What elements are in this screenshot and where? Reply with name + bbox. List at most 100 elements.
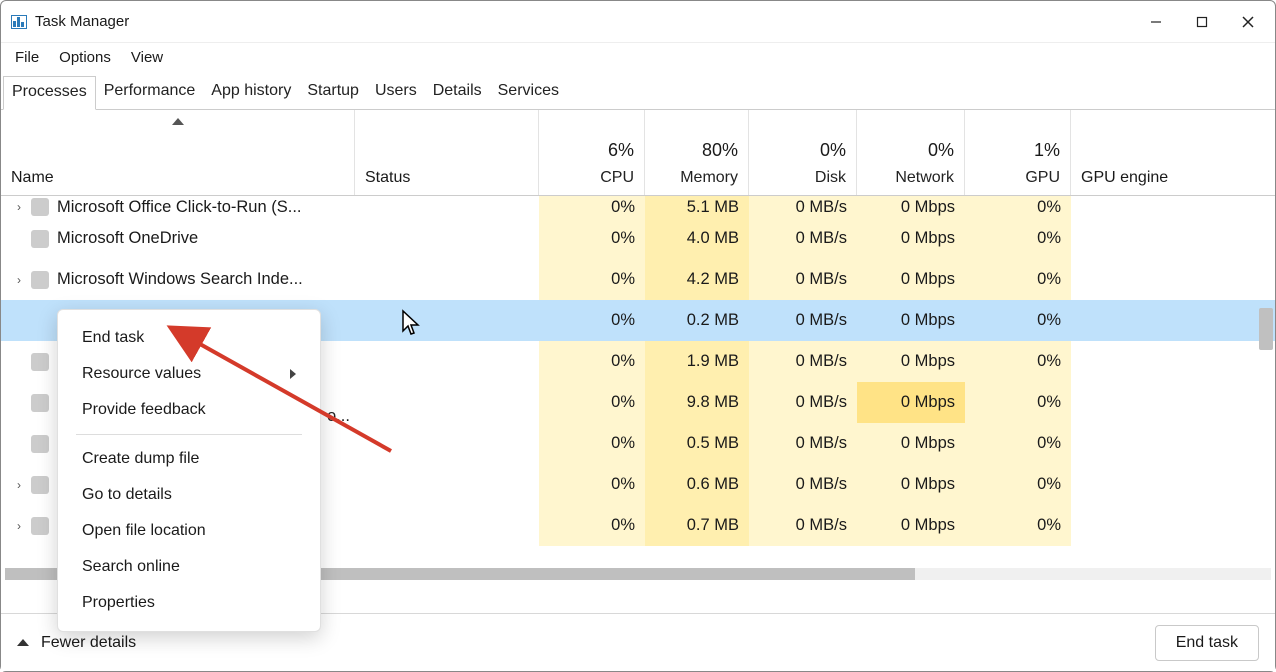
- tab-services[interactable]: Services: [490, 76, 567, 109]
- ctx-create-dump-file[interactable]: Create dump file: [58, 441, 320, 477]
- cell-cpu: 0%: [539, 505, 645, 546]
- obscured-name-fragment: o...: [327, 407, 350, 426]
- process-icon: [31, 476, 49, 494]
- col-disk[interactable]: 0% Disk: [749, 110, 857, 195]
- ctx-separator: [76, 434, 302, 435]
- cell-cpu: 0%: [539, 300, 645, 341]
- fewer-details-toggle[interactable]: Fewer details: [17, 634, 136, 652]
- ctx-search-online[interactable]: Search online: [58, 549, 320, 585]
- col-gpu-label: GPU: [975, 169, 1060, 187]
- cell-name: ›Microsoft Office Click-to-Run (S...: [1, 196, 355, 218]
- tab-processes[interactable]: Processes: [3, 76, 96, 110]
- cell-status: [355, 196, 539, 218]
- end-task-button[interactable]: End task: [1155, 625, 1259, 661]
- col-gpu[interactable]: 1% GPU: [965, 110, 1071, 195]
- fewer-details-label: Fewer details: [41, 634, 136, 652]
- close-button[interactable]: [1225, 2, 1271, 42]
- tab-bar: Processes Performance App history Startu…: [1, 76, 1275, 110]
- cell-gpu-engine: [1071, 300, 1257, 341]
- process-icon: [31, 394, 49, 412]
- vertical-scrollbar-thumb[interactable]: [1259, 308, 1273, 350]
- cell-gpu-engine: [1071, 259, 1257, 300]
- tab-details[interactable]: Details: [425, 76, 490, 109]
- process-icon: [31, 230, 49, 248]
- cell-memory: 5.1 MB: [645, 196, 749, 218]
- col-status[interactable]: Status: [355, 110, 539, 195]
- cell-cpu: 0%: [539, 341, 645, 382]
- title-bar: Task Manager: [1, 1, 1275, 43]
- col-cpu[interactable]: 6% CPU: [539, 110, 645, 195]
- cell-memory: 0.7 MB: [645, 505, 749, 546]
- col-cpu-pct: 6%: [549, 140, 634, 161]
- col-gpu-engine[interactable]: GPU engine: [1071, 110, 1257, 195]
- cell-disk: 0 MB/s: [749, 423, 857, 464]
- process-icon: [31, 435, 49, 453]
- tab-startup[interactable]: Startup: [299, 76, 367, 109]
- cell-gpu-engine: [1071, 505, 1257, 546]
- minimize-button[interactable]: [1133, 2, 1179, 42]
- table-row[interactable]: ›Microsoft Office Click-to-Run (S... 0%5.…: [1, 196, 1275, 218]
- tab-users[interactable]: Users: [367, 76, 425, 109]
- ctx-resource-values[interactable]: Resource values: [58, 356, 320, 392]
- col-memory[interactable]: 80% Memory: [645, 110, 749, 195]
- context-menu: End task Resource values Provide feedbac…: [57, 309, 321, 632]
- ctx-end-task[interactable]: End task: [58, 320, 320, 356]
- ctx-go-to-details[interactable]: Go to details: [58, 477, 320, 513]
- cell-gpu-engine: [1071, 382, 1257, 423]
- app-title: Task Manager: [35, 13, 129, 30]
- col-network[interactable]: 0% Network: [857, 110, 965, 195]
- menu-bar: File Options View: [1, 43, 1275, 76]
- col-network-label: Network: [867, 169, 954, 187]
- process-icon: [31, 198, 49, 216]
- cell-memory: 9.8 MB: [645, 382, 749, 423]
- expand-icon[interactable]: ›: [13, 200, 25, 214]
- cell-memory: 4.2 MB: [645, 259, 749, 300]
- process-icon: [31, 271, 49, 289]
- expand-icon[interactable]: ›: [13, 273, 25, 287]
- cell-network: 0 Mbps: [857, 464, 965, 505]
- cell-disk: 0 MB/s: [749, 341, 857, 382]
- cell-status: [355, 259, 539, 300]
- sort-indicator-icon: [172, 118, 184, 125]
- cell-gpu: 0%: [965, 505, 1071, 546]
- ctx-provide-feedback[interactable]: Provide feedback: [58, 392, 320, 428]
- cell-network: 0 Mbps: [857, 382, 965, 423]
- cell-gpu: 0%: [965, 218, 1071, 259]
- ctx-properties[interactable]: Properties: [58, 585, 320, 621]
- table-row[interactable]: ›Microsoft Windows Search Inde...0%4.2 M…: [1, 259, 1275, 300]
- menu-file[interactable]: File: [15, 49, 39, 66]
- tab-app-history[interactable]: App history: [203, 76, 299, 109]
- cell-status: [355, 464, 539, 505]
- menu-options[interactable]: Options: [59, 49, 111, 66]
- cell-gpu: 0%: [965, 464, 1071, 505]
- cell-status: [355, 218, 539, 259]
- app-icon: [11, 15, 27, 29]
- col-gpu-engine-label: GPU engine: [1081, 169, 1247, 187]
- window-controls: [1133, 2, 1271, 42]
- menu-view[interactable]: View: [131, 49, 163, 66]
- cell-gpu-engine: [1071, 341, 1257, 382]
- ctx-open-file-location[interactable]: Open file location: [58, 513, 320, 549]
- cell-disk: 0 MB/s: [749, 382, 857, 423]
- tab-performance[interactable]: Performance: [96, 76, 204, 109]
- col-name-label: Name: [11, 169, 344, 187]
- cell-network: 0 Mbps: [857, 300, 965, 341]
- maximize-button[interactable]: [1179, 2, 1225, 42]
- cell-name: ›Microsoft Windows Search Inde...: [1, 259, 355, 300]
- cell-memory: 4.0 MB: [645, 218, 749, 259]
- cell-gpu-engine: [1071, 423, 1257, 464]
- end-task-button-label: End task: [1176, 634, 1238, 651]
- cell-memory: 0.5 MB: [645, 423, 749, 464]
- expand-icon[interactable]: ›: [13, 519, 25, 533]
- expand-icon[interactable]: ›: [13, 478, 25, 492]
- cell-status: [355, 423, 539, 464]
- cell-cpu: 0%: [539, 196, 645, 218]
- process-icon: [31, 353, 49, 371]
- cell-network: 0 Mbps: [857, 259, 965, 300]
- col-name[interactable]: Name: [1, 110, 355, 195]
- col-memory-pct: 80%: [655, 140, 738, 161]
- cell-status: [355, 300, 539, 341]
- table-row[interactable]: ›Microsoft OneDrive0%4.0 MB0 MB/s0 Mbps0…: [1, 218, 1275, 259]
- cell-network: 0 Mbps: [857, 505, 965, 546]
- cell-disk: 0 MB/s: [749, 300, 857, 341]
